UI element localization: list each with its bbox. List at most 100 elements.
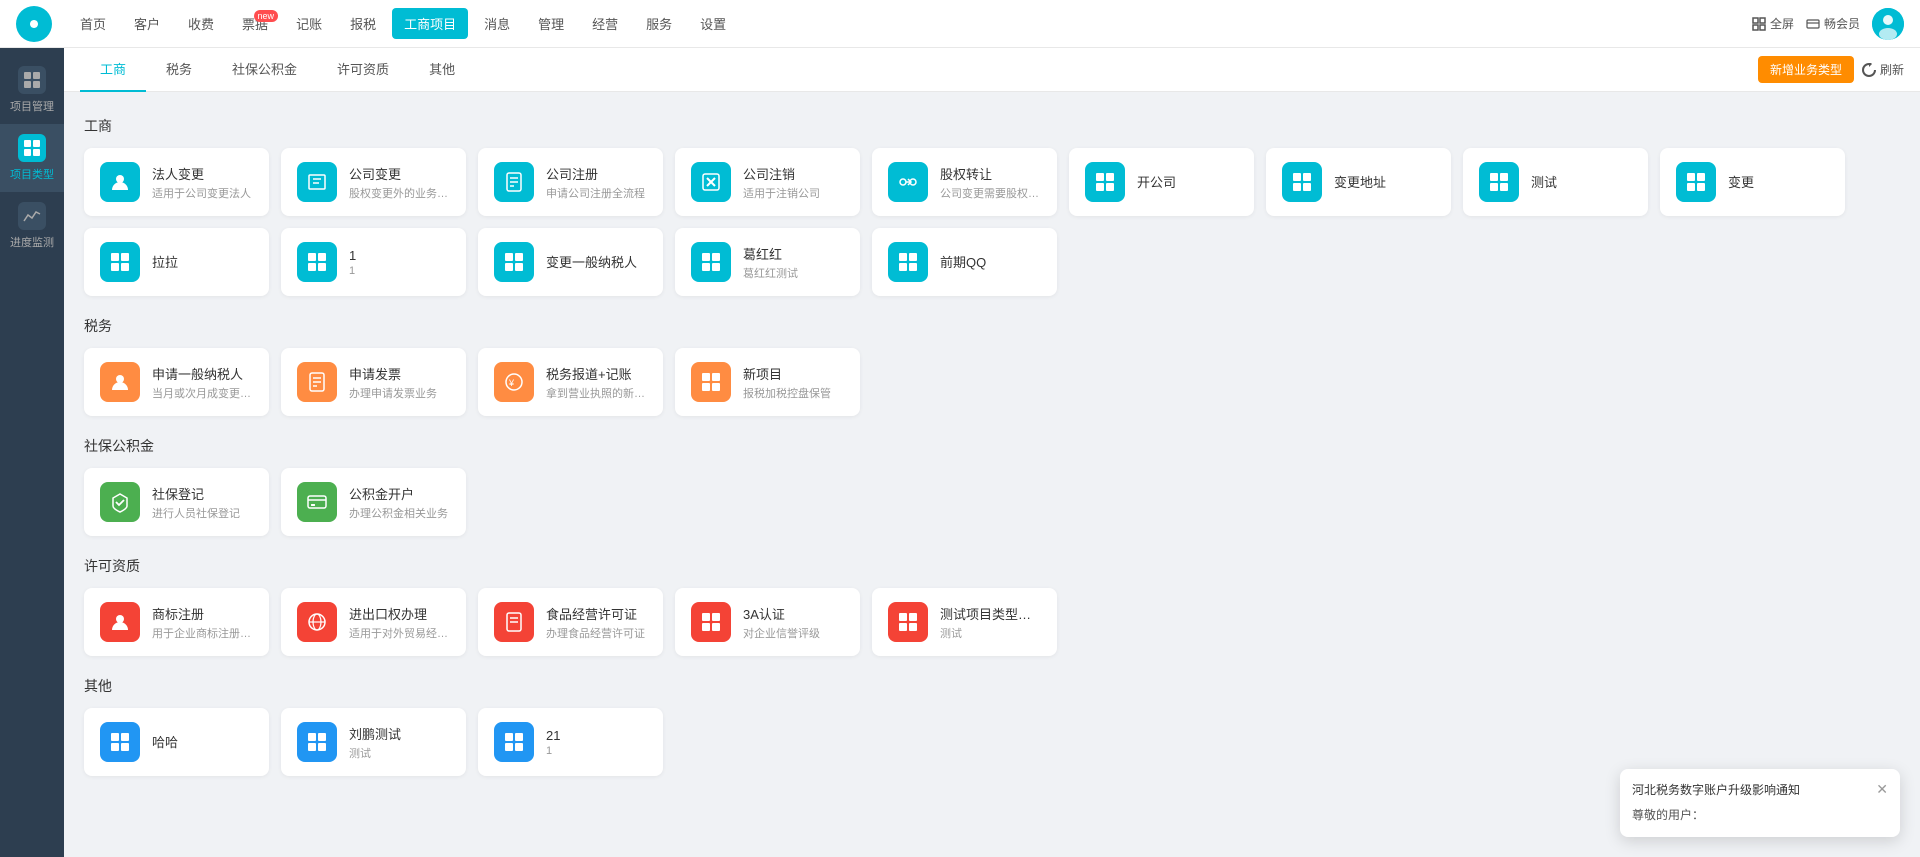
nav-clients[interactable]: 客户: [122, 8, 172, 39]
new-type-button[interactable]: 新增业务类型: [1758, 56, 1854, 83]
progress-monitor-icon: [18, 202, 46, 230]
tab-biz[interactable]: 工商: [80, 48, 146, 92]
nav-management[interactable]: 管理: [526, 8, 576, 39]
refresh-button[interactable]: 刷新: [1862, 61, 1904, 78]
card-social-register-desc: 进行人员社保登记: [152, 505, 253, 521]
card-change-taxpayer-name: 变更一般纳税人: [546, 252, 647, 271]
card-change-address-name: 变更地址: [1334, 172, 1435, 191]
nav-tickets[interactable]: 票据 new: [230, 8, 280, 39]
card-fund-account[interactable]: 公积金开户 办理公积金相关业务: [281, 468, 466, 536]
card-legal-change[interactable]: 法人变更 适用于公司变更法人: [84, 148, 269, 216]
nav-bizproject[interactable]: 工商项目: [392, 8, 468, 39]
card-liupeng-test[interactable]: 刘鹏测试 测试: [281, 708, 466, 776]
other-section-title: 其他: [84, 676, 1900, 696]
nav-messages[interactable]: 消息: [472, 8, 522, 39]
card-item21[interactable]: 21 1: [478, 708, 663, 776]
card-open-company[interactable]: 开公司: [1069, 148, 1254, 216]
tab-tax[interactable]: 税务: [146, 48, 212, 92]
scroll-content: 工商 法人变更 适用于公司变更法人: [64, 92, 1920, 857]
card-item1[interactable]: 1 1: [281, 228, 466, 296]
project-types-icon: [18, 134, 46, 162]
card-equity-transfer-icon: [888, 162, 928, 202]
notification-popup: 河北税务数字账户升级影响通知 ✕ 尊敬的用户：: [1620, 769, 1900, 837]
card-apply-invoice[interactable]: 申请发票 办理申请发票业务: [281, 348, 466, 416]
card-food-permit-icon: [494, 602, 534, 642]
card-new-project-icon: [691, 362, 731, 402]
card-haha[interactable]: 哈哈: [84, 708, 269, 776]
card-prev-qq[interactable]: 前期QQ: [872, 228, 1057, 296]
card-company-register[interactable]: 公司注册 申请公司注册全流程: [478, 148, 663, 216]
card-tax-report-account[interactable]: ¥ 税务报道+记账 拿到营业执照的新公司: [478, 348, 663, 416]
card-equity-transfer[interactable]: 股权转让 公司变更需要股权转让: [872, 148, 1057, 216]
card-apply-invoice-name: 申请发票: [349, 364, 450, 383]
fullscreen-icon: [1752, 17, 1766, 31]
card-apply-taxpayer[interactable]: 申请一般纳税人 当月或次月成变更完成: [84, 348, 269, 416]
card-new-project[interactable]: 新项目 报税加税控盘保管: [675, 348, 860, 416]
card-gehonghong[interactable]: 葛红红 葛红红测试: [675, 228, 860, 296]
nav-settings[interactable]: 设置: [688, 8, 738, 39]
card-test-type[interactable]: 测试项目类型定义 测试: [872, 588, 1057, 656]
permit-card-grid: 商标注册 用于企业商标注册服务 进出口权办理 适用于对外贸易经营者: [84, 588, 1900, 656]
tab-permits[interactable]: 许可资质: [317, 48, 409, 92]
nav-billing[interactable]: 收费: [176, 8, 226, 39]
card-apply-invoice-icon: [297, 362, 337, 402]
card-change[interactable]: 变更: [1660, 148, 1845, 216]
nav-services[interactable]: 服务: [634, 8, 684, 39]
card-lala[interactable]: 拉拉: [84, 228, 269, 296]
card-haha-icon: [100, 722, 140, 762]
nav-tax[interactable]: 报税: [338, 8, 388, 39]
card-fund-account-desc: 办理公积金相关业务: [349, 505, 450, 521]
card-apply-invoice-desc: 办理申请发票业务: [349, 385, 450, 401]
notif-header: 河北税务数字账户升级影响通知 ✕: [1632, 781, 1888, 798]
svg-text:¥: ¥: [508, 378, 515, 388]
refresh-icon: [1862, 63, 1876, 77]
card-trademark[interactable]: 商标注册 用于企业商标注册服务: [84, 588, 269, 656]
sidebar-item-progress-monitor[interactable]: 进度监测: [0, 192, 64, 260]
other-section: 其他 哈哈: [84, 676, 1900, 776]
card-change-taxpayer-icon: [494, 242, 534, 282]
card-3a-cert[interactable]: 3A认证 对企业信誉评级: [675, 588, 860, 656]
sidebar: 项目管理 项目类型 进度监测: [0, 48, 64, 857]
nav-accounting[interactable]: 记账: [284, 8, 334, 39]
card-gehonghong-icon: [691, 242, 731, 282]
card-company-cancel-name: 公司注销: [743, 164, 844, 183]
card-lala-name: 拉拉: [152, 252, 253, 271]
card-test-type-desc: 测试: [940, 625, 1041, 641]
nav-operations[interactable]: 经营: [580, 8, 630, 39]
card-social-register[interactable]: 社保登记 进行人员社保登记: [84, 468, 269, 536]
notif-close-btn[interactable]: ✕: [1876, 781, 1888, 798]
card-change-icon: [1676, 162, 1716, 202]
card-liupeng-test-desc: 测试: [349, 745, 450, 761]
card-equity-transfer-desc: 公司变更需要股权转让: [940, 185, 1041, 201]
card-fund-account-icon: [297, 482, 337, 522]
card-trademark-desc: 用于企业商标注册服务: [152, 625, 253, 641]
card-trademark-name: 商标注册: [152, 604, 253, 623]
vip-btn[interactable]: 畅会员: [1806, 15, 1860, 32]
social-fund-card-grid: 社保登记 进行人员社保登记 公积金开户 办理公积金相关业务: [84, 468, 1900, 536]
card-new-project-name: 新项目: [743, 364, 844, 383]
card-company-cancel[interactable]: 公司注销 适用于注销公司: [675, 148, 860, 216]
card-test[interactable]: 测试: [1463, 148, 1648, 216]
user-avatar[interactable]: [1872, 8, 1904, 40]
card-apply-taxpayer-name: 申请一般纳税人: [152, 364, 253, 383]
card-change-taxpayer[interactable]: 变更一般纳税人: [478, 228, 663, 296]
card-item1-desc: 1: [349, 265, 450, 277]
fullscreen-btn[interactable]: 全屏: [1752, 15, 1794, 32]
biz-section: 工商 法人变更 适用于公司变更法人: [84, 116, 1900, 296]
card-test-name: 测试: [1531, 172, 1632, 191]
card-import-export[interactable]: 进出口权办理 适用于对外贸易经营者: [281, 588, 466, 656]
sidebar-item-project-types[interactable]: 项目类型: [0, 124, 64, 192]
notif-body: 尊敬的用户：: [1632, 806, 1888, 825]
card-liupeng-test-icon: [297, 722, 337, 762]
refresh-label: 刷新: [1880, 61, 1904, 78]
card-food-permit-name: 食品经营许可证: [546, 604, 647, 623]
nav-home[interactable]: 首页: [68, 8, 118, 39]
sidebar-item-project-mgmt[interactable]: 项目管理: [0, 56, 64, 124]
card-food-permit[interactable]: 食品经营许可证 办理食品经营许可证: [478, 588, 663, 656]
permit-section-title: 许可资质: [84, 556, 1900, 576]
card-company-change[interactable]: 公司变更 股权变更外的业务变更: [281, 148, 466, 216]
card-test-type-icon: [888, 602, 928, 642]
card-change-address[interactable]: 变更地址: [1266, 148, 1451, 216]
tab-other[interactable]: 其他: [409, 48, 475, 92]
tab-social-fund[interactable]: 社保公积金: [212, 48, 317, 92]
